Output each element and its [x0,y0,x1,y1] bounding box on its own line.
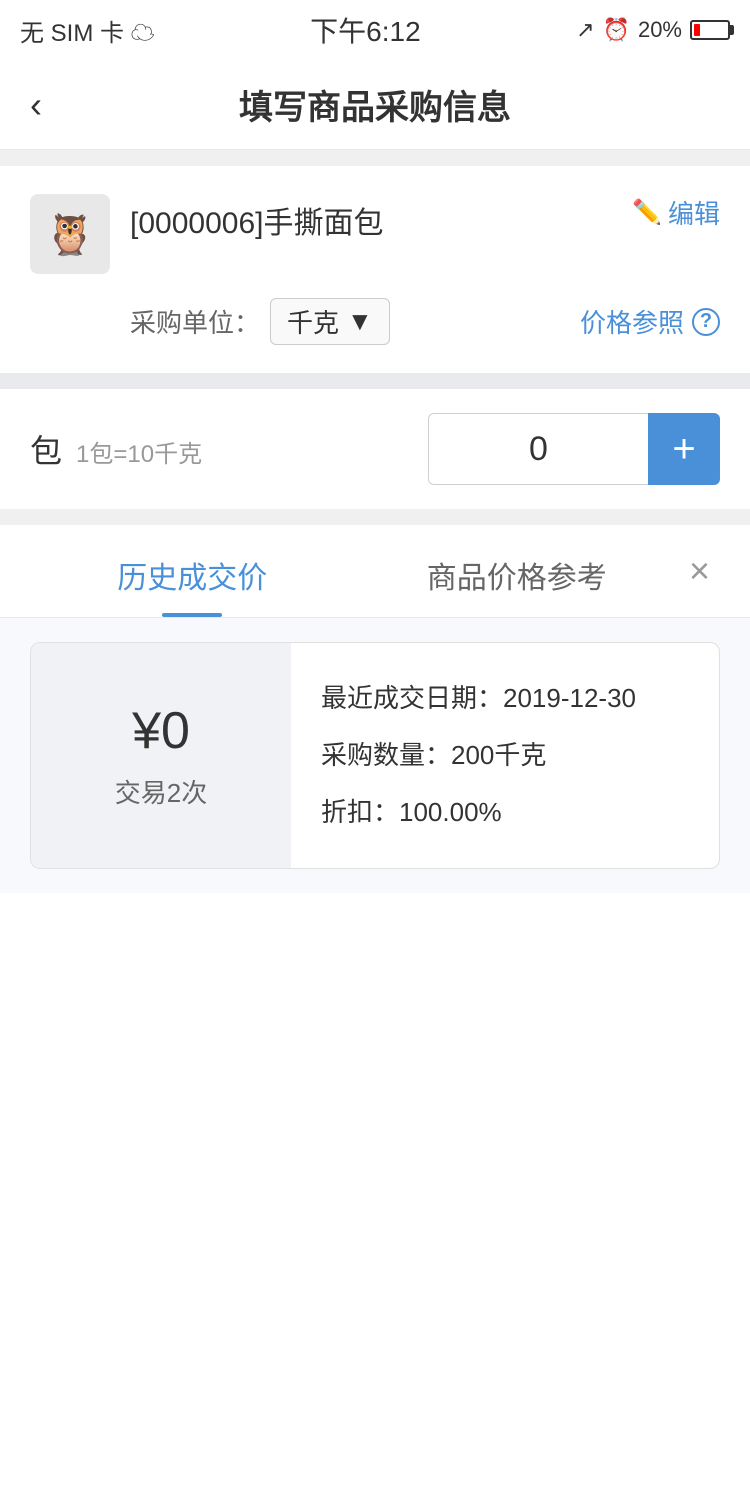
status-left: 无 SIM 卡 ☁ [20,13,155,48]
recent-date-row: 最近成交日期：2019-12-30 [321,679,689,718]
discount-value: 100.00% [399,797,502,827]
tabs-row: 历史成交价 商品价格参考 × [0,525,750,617]
quantity-value: 200千克 [451,740,546,770]
alarm-icon: ⏰ [603,17,630,43]
product-thumbnail: 🦉 [30,194,110,274]
edit-icon: ✏️ [632,198,662,227]
purchase-quantity-row: 采购数量：200千克 [321,736,689,775]
unit-conversion-label: 1包=10千克 [76,434,202,469]
quantity-row: 包 1包=10千克 + [0,389,750,509]
tab-price-ref[interactable]: 商品价格参考 [354,525,678,617]
battery-percent: 20% [638,17,682,43]
edit-label: 编辑 [668,194,720,231]
price-currency: ¥ [132,702,161,760]
product-owl-icon: 🦉 [45,211,95,258]
section-divider [0,373,750,389]
status-time: 下午6:12 [310,10,421,50]
price-amount: ¥0 [132,701,190,761]
tab-close-button[interactable]: × [679,553,720,589]
unit-select[interactable]: 千克 ▼ [270,298,390,345]
price-left-panel: ¥0 交易2次 [31,643,291,868]
unit-label-group: 采购单位： 千克 ▼ [130,298,390,345]
sim-label: 无 SIM 卡 ☁ [20,13,155,48]
tabs-container: 历史成交价 商品价格参考 × [0,525,750,618]
quantity-input-wrap: + [428,413,720,485]
nav-bar: ‹ 填写商品采购信息 [0,60,750,150]
status-right: ↗ ⏰ 20% [576,17,730,43]
product-unit-row: 采购单位： 千克 ▼ 价格参照 ? [30,298,720,345]
chevron-down-icon: ▼ [347,306,373,337]
price-ref-button[interactable]: 价格参照 ? [580,303,720,340]
unit-value: 千克 [287,303,339,340]
quantity-unit-info: 包 1包=10千克 [30,426,202,472]
product-left: 🦉 [0000006]手撕面包 [30,194,383,274]
recent-date-label: 最近成交日期： [321,683,503,713]
unit-big-label: 包 [30,426,62,472]
question-icon: ? [692,308,720,336]
battery-icon [690,20,730,40]
product-header: 🦉 [0000006]手撕面包 ✏️ 编辑 [30,194,720,274]
page-title: 填写商品采购信息 [239,80,511,129]
price-card: ¥0 交易2次 最近成交日期：2019-12-30 采购数量：200千克 折扣：… [30,642,720,869]
back-button[interactable]: ‹ [30,84,42,126]
discount-row: 折扣：100.00% [321,793,689,832]
quantity-input[interactable] [428,413,648,485]
tab-history-price[interactable]: 历史成交价 [30,525,354,617]
status-bar: 无 SIM 卡 ☁ 下午6:12 ↗ ⏰ 20% [0,0,750,60]
product-card: 🦉 [0000006]手撕面包 ✏️ 编辑 采购单位： 千克 ▼ 价格参照 ? [0,166,750,373]
bottom-area [0,893,750,1493]
price-right-panel: 最近成交日期：2019-12-30 采购数量：200千克 折扣：100.00% [291,643,719,868]
price-section: ¥0 交易2次 最近成交日期：2019-12-30 采购数量：200千克 折扣：… [0,618,750,893]
price-value: 0 [161,702,190,760]
unit-label: 采购单位： [130,303,260,340]
discount-label: 折扣： [321,797,399,827]
edit-button[interactable]: ✏️ 编辑 [632,194,720,231]
price-ref-label: 价格参照 [580,303,684,340]
quantity-label: 采购数量： [321,740,451,770]
quantity-plus-button[interactable]: + [648,413,720,485]
location-icon: ↗ [576,17,594,43]
recent-date-value: 2019-12-30 [503,683,636,713]
product-name: [0000006]手撕面包 [130,194,383,242]
price-trades: 交易2次 [115,773,207,810]
